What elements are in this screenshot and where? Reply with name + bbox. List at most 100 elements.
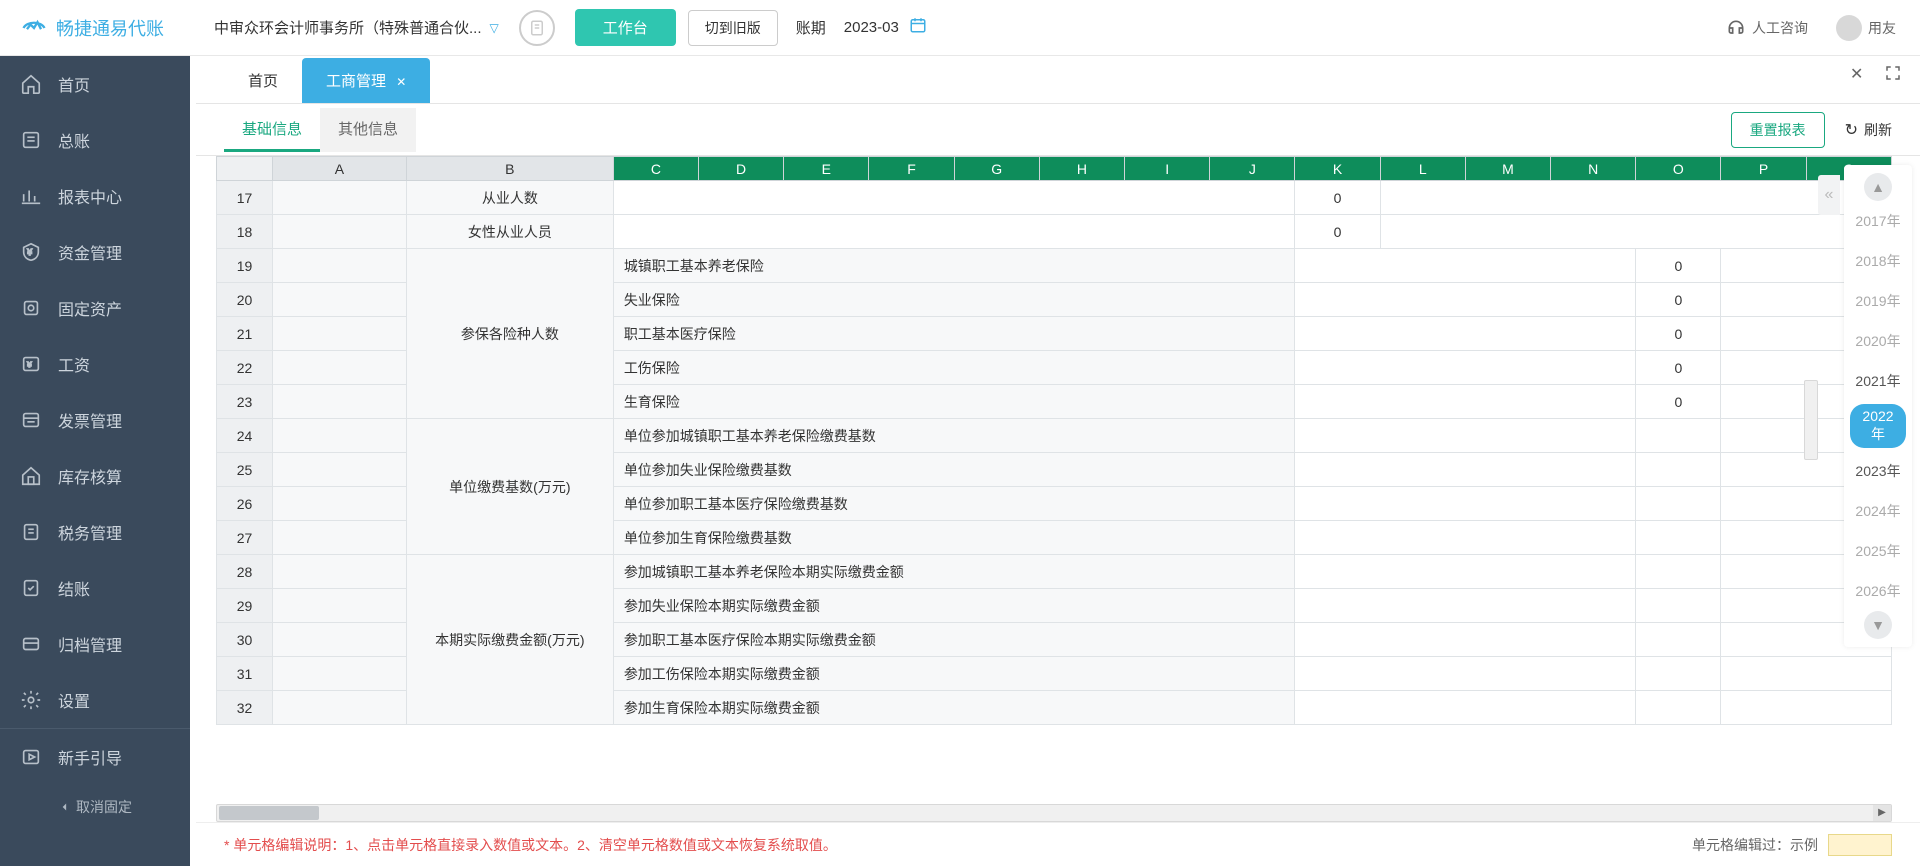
rownum-17[interactable]: 17 [217,181,273,215]
year-2022年[interactable]: 2022年 [1850,404,1906,448]
period-value[interactable]: 2023-03 [844,19,899,36]
cell-KtoN-30[interactable] [1295,623,1636,657]
col-header-K[interactable]: K [1295,157,1380,181]
cell-O28[interactable] [1636,555,1721,589]
col-header-G[interactable]: G [954,157,1039,181]
cell-KtoN-19[interactable] [1295,249,1636,283]
cell-A21[interactable] [272,317,406,351]
cell-O30[interactable] [1636,623,1721,657]
cell-C23[interactable]: 生育保险 [613,385,1295,419]
year-2026年[interactable]: 2026年 [1844,571,1912,611]
cell-A32[interactable] [272,691,406,725]
cell-KtoN-23[interactable] [1295,385,1636,419]
rownum-32[interactable]: 32 [217,691,273,725]
cell-O23[interactable]: 0 [1636,385,1721,419]
sidebar-item-7[interactable]: 库存核算 [0,448,190,504]
refresh-button[interactable]: 刷新 [1845,120,1892,140]
cell-B28[interactable]: 本期实际缴费金额(万元) [406,555,613,725]
col-header-F[interactable]: F [869,157,954,181]
rownum-27[interactable]: 27 [217,521,273,555]
rownum-19[interactable]: 19 [217,249,273,283]
cell-C28[interactable]: 参加城镇职工基本养老保险本期实际缴费金额 [613,555,1295,589]
cell-O24[interactable] [1636,419,1721,453]
workspace-button[interactable]: 工作台 [575,9,676,46]
grid-corner[interactable] [217,157,273,181]
document-icon[interactable] [519,10,555,46]
tab-close-icon[interactable]: ✕ [396,75,406,89]
rownum-18[interactable]: 18 [217,215,273,249]
col-header-B[interactable]: B [406,157,613,181]
col-header-P[interactable]: P [1721,157,1806,181]
col-header-L[interactable]: L [1380,157,1465,181]
cell-A25[interactable] [272,453,406,487]
cell-O22[interactable]: 0 [1636,351,1721,385]
cell-C19[interactable]: 城镇职工基本养老保险 [613,249,1295,283]
cell-C26[interactable]: 单位参加职工基本医疗保险缴费基数 [613,487,1295,521]
cell-LtoQ-18[interactable] [1380,215,1891,249]
tab-home[interactable]: 首页 [224,58,302,103]
cell-C24[interactable]: 单位参加城镇职工基本养老保险缴费基数 [613,419,1295,453]
tab-business-admin[interactable]: 工商管理 ✕ [302,58,430,103]
year-up-icon[interactable]: ▲ [1864,173,1892,201]
cell-KtoN-21[interactable] [1295,317,1636,351]
fullscreen-icon[interactable] [1884,64,1904,84]
col-header-N[interactable]: N [1551,157,1636,181]
sidebar-collapse-button[interactable]: 取消固定 [0,785,190,829]
cell-CtoJ-17[interactable] [613,181,1295,215]
year-2025年[interactable]: 2025年 [1844,531,1912,571]
rownum-30[interactable]: 30 [217,623,273,657]
year-2017年[interactable]: 2017年 [1844,201,1912,241]
cell-KtoN-24[interactable] [1295,419,1636,453]
cell-CtoJ-18[interactable] [613,215,1295,249]
cell-A17[interactable] [272,181,406,215]
cell-C32[interactable]: 参加生育保险本期实际缴费金额 [613,691,1295,725]
cell-KtoN-27[interactable] [1295,521,1636,555]
cell-A20[interactable] [272,283,406,317]
vertical-scrollbar[interactable] [1804,380,1818,460]
cell-A31[interactable] [272,657,406,691]
cell-O19[interactable]: 0 [1636,249,1721,283]
cell-C21[interactable]: 职工基本医疗保险 [613,317,1295,351]
rownum-24[interactable]: 24 [217,419,273,453]
cell-O31[interactable] [1636,657,1721,691]
cell-C29[interactable]: 参加失业保险本期实际缴费金额 [613,589,1295,623]
cell-A23[interactable] [272,385,406,419]
cell-O32[interactable] [1636,691,1721,725]
consult-button[interactable]: 人工咨询 [1726,18,1808,38]
cell-KtoN-32[interactable] [1295,691,1636,725]
cell-KtoN-25[interactable] [1295,453,1636,487]
cell-C31[interactable]: 参加工伤保险本期实际缴费金额 [613,657,1295,691]
sidebar-item-5[interactable]: ¥工资 [0,336,190,392]
rownum-21[interactable]: 21 [217,317,273,351]
col-header-J[interactable]: J [1210,157,1295,181]
sidebar-item-8[interactable]: 税务管理 [0,504,190,560]
calendar-icon[interactable] [909,16,927,39]
sidebar-item-1[interactable]: 总账 [0,112,190,168]
cell-A30[interactable] [272,623,406,657]
cell-KtoN-31[interactable] [1295,657,1636,691]
cell-O21[interactable]: 0 [1636,317,1721,351]
col-header-M[interactable]: M [1465,157,1550,181]
rownum-31[interactable]: 31 [217,657,273,691]
cell-KtoN-22[interactable] [1295,351,1636,385]
cell-KtoN-26[interactable] [1295,487,1636,521]
cell-C27[interactable]: 单位参加生育保险缴费基数 [613,521,1295,555]
cell-PQ-32[interactable] [1721,691,1892,725]
cell-A18[interactable] [272,215,406,249]
cell-PQ-31[interactable] [1721,657,1892,691]
old-version-button[interactable]: 切到旧版 [688,10,778,46]
cell-K17[interactable]: 0 [1295,181,1380,215]
col-header-O[interactable]: O [1636,157,1721,181]
close-panel-icon[interactable]: ✕ [1850,64,1870,84]
sidebar-item-9[interactable]: 结账 [0,560,190,616]
cell-C20[interactable]: 失业保险 [613,283,1295,317]
year-2023年[interactable]: 2023年 [1844,451,1912,491]
sidebar-item-3[interactable]: ¥资金管理 [0,224,190,280]
cell-A19[interactable] [272,249,406,283]
year-2018年[interactable]: 2018年 [1844,241,1912,281]
col-header-E[interactable]: E [784,157,869,181]
scroll-right-icon[interactable]: ▶ [1873,805,1891,821]
sidebar-item-10[interactable]: 归档管理 [0,616,190,672]
cell-O26[interactable] [1636,487,1721,521]
year-2019年[interactable]: 2019年 [1844,281,1912,321]
